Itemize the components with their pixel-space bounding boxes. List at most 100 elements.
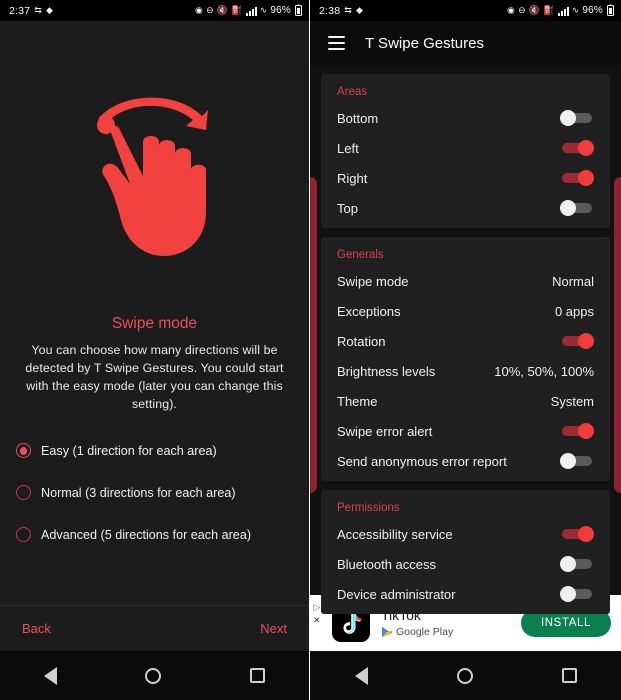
ad-store-row: Google Play (381, 626, 510, 638)
location-icon: ⛽ (231, 5, 243, 15)
wifi-icon: ∿ (259, 5, 268, 15)
left-edge-indicator (310, 177, 317, 493)
row-label-accessibility-service: Accessibility service (337, 526, 453, 542)
hero-illustration (0, 21, 309, 321)
switch-rotation[interactable] (560, 333, 594, 349)
row-device-administrator[interactable]: Device administrator (321, 579, 610, 609)
hamburger-icon[interactable] (328, 36, 345, 50)
left-status-bar: 2:37 ⇆ ◆ ◉ ⊖ 🔇 ⛽ ∿ 96% (0, 0, 309, 21)
ad-store-label: Google Play (396, 626, 454, 639)
settings-scroll-area[interactable]: Areas Bottom Left Right Top Generals Swi… (310, 65, 621, 621)
radio-icon-normal[interactable] (16, 485, 31, 501)
wifi-icon-right: ∿ (571, 5, 580, 15)
dnd-icon-right: ⊖ (518, 5, 526, 15)
row-label-brightness-levels: Brightness levels (337, 363, 436, 379)
bluetooth-icon-right: ◆ (356, 5, 364, 15)
vpn-icon-right: ⇆ (344, 5, 352, 15)
close-icon[interactable]: ✕ (313, 616, 321, 625)
switch-accessibility-service[interactable] (560, 526, 594, 542)
back-button[interactable]: Back (22, 621, 51, 636)
mute-icon-right: 🔇 (528, 5, 541, 15)
right-phone-screen: 2:38 ⇆ ◆ ◉ ⊖ 🔇 ⛽ ∿ 96% T Swipe Gestures (310, 0, 621, 700)
nav-back-icon-right[interactable] (354, 666, 368, 685)
switch-device-administrator[interactable] (560, 586, 594, 602)
row-theme[interactable]: Theme System (321, 386, 610, 416)
switch-left[interactable] (560, 140, 594, 156)
radio-option-advanced[interactable]: Advanced (5 directions for each area) (16, 520, 293, 550)
radio-icon-advanced[interactable] (16, 527, 31, 543)
row-label-device-administrator: Device administrator (337, 586, 456, 602)
status-left-group-right: 2:38 ⇆ ◆ (319, 5, 363, 17)
battery-percent-right: 96% (582, 5, 603, 16)
screenshot-root: 2:37 ⇆ ◆ ◉ ⊖ 🔇 ⛽ ∿ 96% Swipe mode You ca… (0, 0, 621, 700)
radio-icon-easy[interactable] (16, 443, 31, 459)
alarm-icon: ◉ (195, 5, 204, 15)
row-left[interactable]: Left (321, 133, 610, 163)
row-label-exceptions: Exceptions (337, 303, 401, 319)
battery-percent: 96% (270, 5, 291, 16)
row-bluetooth-access[interactable]: Bluetooth access (321, 549, 610, 579)
next-button[interactable]: Next (260, 621, 287, 636)
row-brightness-levels[interactable]: Brightness levels 10%, 50%, 100% (321, 356, 610, 386)
nav-home-icon[interactable] (145, 667, 162, 684)
row-label-left: Left (337, 140, 359, 156)
radio-option-normal[interactable]: Normal (3 directions for each area) (16, 478, 293, 508)
switch-right[interactable] (560, 170, 594, 186)
settings-list: Areas Bottom Left Right Top Generals Swi… (310, 74, 621, 614)
radio-label-easy: Easy (1 direction for each area) (41, 443, 217, 458)
row-value-exceptions: 0 apps (554, 303, 594, 319)
nav-home-icon-right[interactable] (456, 667, 473, 684)
bluetooth-icon: ◆ (46, 5, 54, 15)
row-label-rotation: Rotation (337, 333, 386, 349)
row-exceptions[interactable]: Exceptions 0 apps (321, 296, 610, 326)
onboarding-body: Swipe mode You can choose how many direc… (0, 21, 309, 700)
radio-label-advanced: Advanced (5 directions for each area) (41, 527, 252, 542)
status-right-group-right: ◉ ⊖ 🔇 ⛽ ∿ 96% (507, 3, 614, 16)
swipe-mode-radio-group: Easy (1 direction for each area) Normal … (0, 436, 309, 562)
signal-icon-right (557, 6, 569, 16)
row-value-swipe-mode: Normal (552, 273, 594, 289)
section-areas: Areas Bottom Left Right Top (321, 74, 610, 228)
switch-bottom[interactable] (560, 110, 594, 126)
row-bottom[interactable]: Bottom (321, 103, 610, 133)
swipe-hand-icon (96, 97, 208, 256)
page-title: Swipe mode (111, 315, 198, 332)
radio-label-normal: Normal (3 directions for each area) (41, 485, 236, 500)
left-android-navbar (0, 651, 309, 700)
status-left-group: 2:37 ⇆ ◆ (9, 5, 53, 17)
row-label-swipe-error-alert: Swipe error alert (337, 423, 433, 439)
row-label-top: Top (337, 200, 358, 216)
switch-send-anonymous-error-report[interactable] (560, 453, 594, 469)
row-right[interactable]: Right (321, 163, 610, 193)
battery-icon-right (607, 3, 614, 16)
row-top[interactable]: Top (321, 193, 610, 223)
nav-back-icon[interactable] (44, 666, 58, 685)
left-phone-screen: 2:37 ⇆ ◆ ◉ ⊖ 🔇 ⛽ ∿ 96% Swipe mode You ca… (0, 0, 310, 700)
alarm-icon-right: ◉ (507, 5, 516, 15)
nav-recents-icon[interactable] (249, 668, 265, 683)
switch-bluetooth-access[interactable] (560, 556, 594, 572)
row-accessibility-service[interactable]: Accessibility service (321, 519, 610, 549)
location-icon-right: ⛽ (543, 5, 555, 15)
section-title-permissions: Permissions (337, 502, 400, 514)
mute-icon: 🔇 (216, 5, 229, 15)
row-swipe-error-alert[interactable]: Swipe error alert (321, 416, 610, 446)
right-edge-indicator (614, 177, 621, 493)
app-title: T Swipe Gestures (365, 34, 484, 52)
nav-recents-icon-right[interactable] (561, 668, 577, 683)
switch-swipe-error-alert[interactable] (560, 423, 594, 439)
signal-icon (245, 6, 257, 16)
row-swipe-mode[interactable]: Swipe mode Normal (321, 266, 610, 296)
section-generals: Generals Swipe mode Normal Exceptions 0 … (321, 237, 610, 481)
section-title-areas: Areas (337, 86, 368, 98)
page-description: You can choose how many directions will … (25, 343, 284, 411)
row-send-anonymous-error-report[interactable]: Send anonymous error report (321, 446, 610, 476)
right-status-bar: 2:38 ⇆ ◆ ◉ ⊖ 🔇 ⛽ ∿ 96% (310, 0, 621, 21)
google-play-icon (382, 626, 392, 638)
radio-option-easy[interactable]: Easy (1 direction for each area) (16, 436, 293, 466)
section-title-generals: Generals (337, 249, 384, 261)
row-value-brightness-levels: 10%, 50%, 100% (494, 363, 594, 379)
switch-top[interactable] (560, 200, 594, 216)
vpn-icon: ⇆ (34, 5, 42, 15)
row-rotation[interactable]: Rotation (321, 326, 610, 356)
